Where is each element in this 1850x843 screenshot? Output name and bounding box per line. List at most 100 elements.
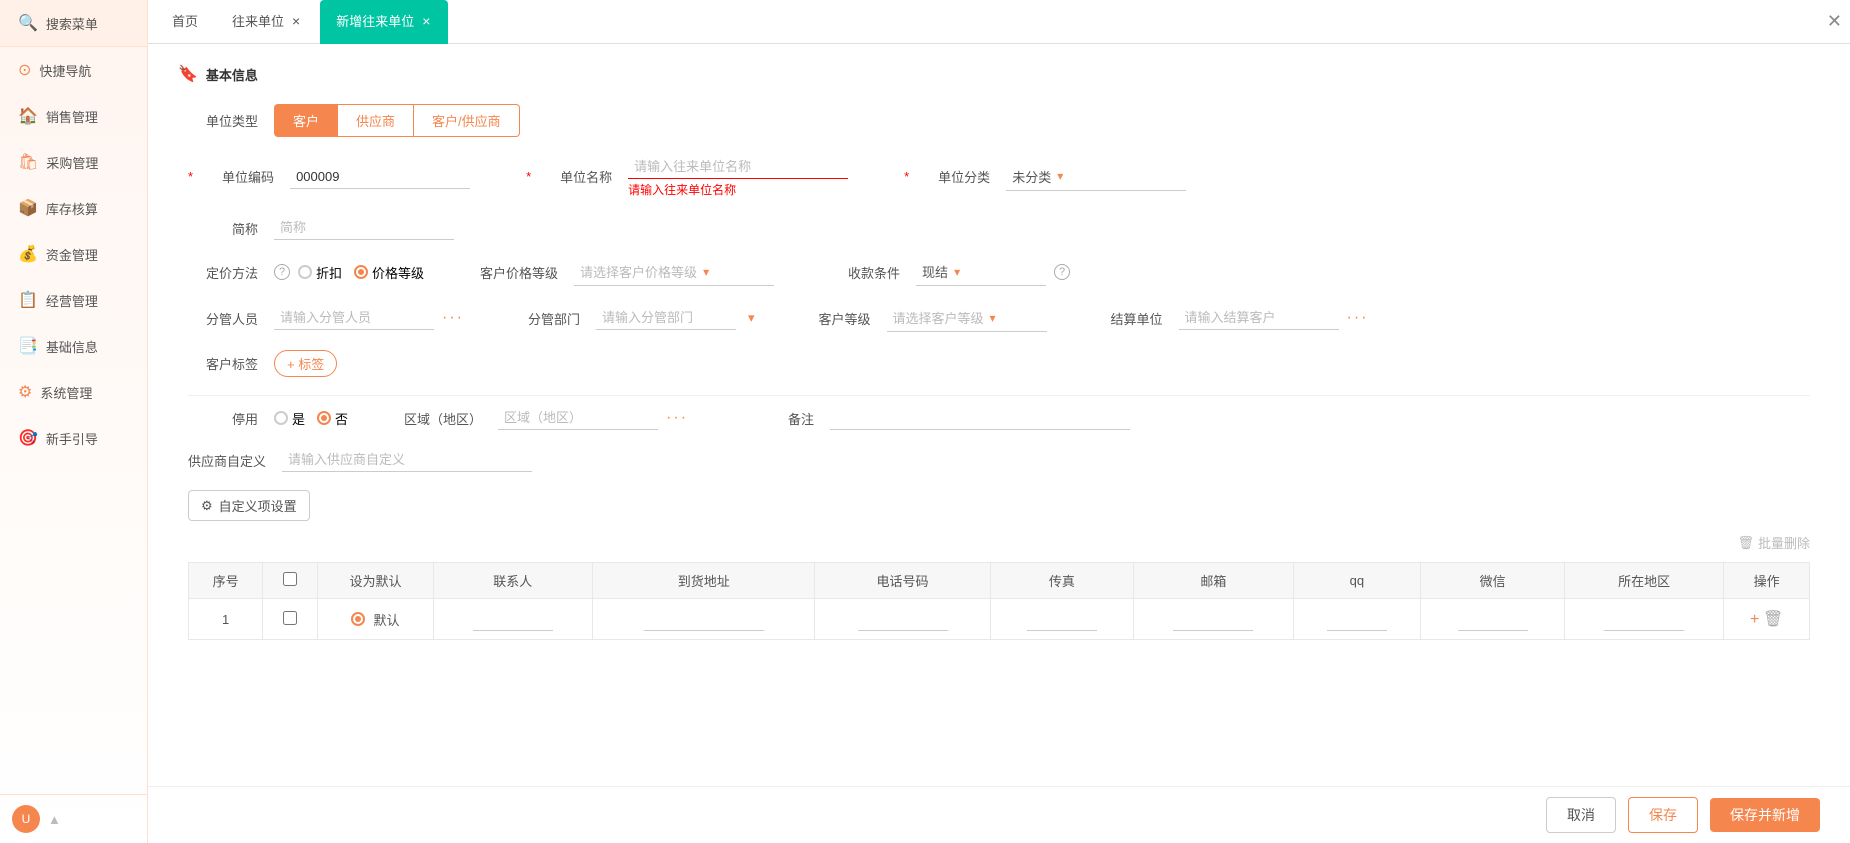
unit-type-both[interactable]: 客户/供应商 <box>414 104 520 137</box>
unit-type-label: 单位类型 <box>188 111 258 130</box>
operations-icon: 📋 <box>18 290 38 310</box>
row-area[interactable] <box>1564 599 1723 640</box>
supplier-custom-input[interactable] <box>282 448 532 472</box>
inventory-icon: 📦 <box>18 198 38 218</box>
tab-new-partner[interactable]: 新增往来单位 × <box>320 0 448 44</box>
row-add-button[interactable]: + <box>1750 611 1759 629</box>
disabled-row: 停用 是 否 区域（地区） ··· 备注 <box>188 406 1810 430</box>
select-all-checkbox[interactable] <box>283 572 297 586</box>
row-default-radio[interactable]: 默认 <box>328 610 422 629</box>
row-phone[interactable] <box>815 599 990 640</box>
unit-type-row: 单位类型 客户 供应商 客户/供应商 <box>188 104 1810 137</box>
row-delete-button[interactable]: 🗑 <box>1763 609 1783 629</box>
pricing-help-icon[interactable]: ? <box>274 264 290 280</box>
sidebar-item-inventory[interactable]: 📦 库存核算 <box>0 185 147 231</box>
unit-type-supplier[interactable]: 供应商 <box>338 104 414 137</box>
sidebar-item-basic[interactable]: 📑 基础信息 <box>0 323 147 369</box>
sidebar-item-operations[interactable]: 📋 经营管理 <box>0 277 147 323</box>
email-input[interactable] <box>1173 607 1253 631</box>
row-default-dot <box>351 612 365 626</box>
row-address[interactable] <box>592 599 814 640</box>
row-contact[interactable] <box>433 599 592 640</box>
basic-icon: 📑 <box>18 336 38 356</box>
row-checkbox[interactable] <box>283 611 297 625</box>
region-input[interactable] <box>498 406 658 430</box>
tab-new-partner-close[interactable]: × <box>420 13 432 29</box>
unit-code-name-row: * 单位编码 * 单位名称 请输入往来单位名称 * 单位分类 未分类 ▾ <box>188 155 1810 198</box>
sidebar-item-sales[interactable]: 🏠 销售管理 <box>0 93 147 139</box>
unit-type-customer[interactable]: 客户 <box>274 104 338 137</box>
settlement-more-button[interactable]: ··· <box>1347 309 1369 327</box>
customer-price-level-select[interactable]: 请选择客户价格等级 ▾ <box>574 258 774 286</box>
alias-label: 简称 <box>188 219 258 238</box>
sidebar-item-quick-nav[interactable]: ⊙ 快捷导航 <box>0 47 147 93</box>
pricing-discount[interactable]: 折扣 <box>298 263 342 282</box>
col-phone: 电话号码 <box>815 563 990 599</box>
row-fax[interactable] <box>990 599 1134 640</box>
tab-partners-close[interactable]: × <box>290 13 302 29</box>
department-input[interactable] <box>596 306 736 330</box>
disabled-radio-group: 是 否 <box>274 409 348 428</box>
purchase-icon: 🛍 <box>18 152 38 172</box>
unit-name-error: 请输入往来单位名称 <box>628 181 848 198</box>
save-new-button[interactable]: 保存并新增 <box>1710 798 1820 832</box>
payment-terms-help-icon[interactable]: ? <box>1054 264 1070 280</box>
alias-input[interactable] <box>274 216 454 240</box>
custom-settings-button[interactable]: ⚙ 自定义项设置 <box>188 490 310 521</box>
save-button[interactable]: 保存 <box>1628 797 1698 833</box>
row-actions: + 🗑 <box>1724 599 1810 640</box>
customer-level-select[interactable]: 请选择客户等级 ▾ <box>887 304 1047 332</box>
unit-code-label: 单位编码 <box>204 167 274 186</box>
sidebar-item-guide[interactable]: 🎯 新手引导 <box>0 415 147 461</box>
system-icon: ⚙ <box>18 382 32 402</box>
settlement-unit-input[interactable] <box>1179 306 1339 330</box>
phone-input[interactable] <box>858 607 948 631</box>
col-email: 邮箱 <box>1134 563 1293 599</box>
tab-partners[interactable]: 往来单位 × <box>216 0 318 44</box>
manager-row: 分管人员 ··· 分管部门 ▾ 客户等级 请选择客户等级 ▾ 结算单位 ··· <box>188 304 1810 332</box>
unit-category-label: 单位分类 <box>920 167 990 186</box>
qq-input[interactable] <box>1327 607 1387 631</box>
address-input[interactable] <box>644 607 764 631</box>
tab-bar: 首页 往来单位 × 新增往来单位 × ✕ <box>148 0 1850 44</box>
customer-tag-label: 客户标签 <box>188 354 258 373</box>
remark-label: 备注 <box>744 409 814 428</box>
row-email[interactable] <box>1134 599 1293 640</box>
manager-input[interactable] <box>274 306 434 330</box>
settlement-unit-label: 结算单位 <box>1093 309 1163 328</box>
fax-input[interactable] <box>1027 607 1097 631</box>
pricing-discount-dot <box>298 265 312 279</box>
row-qq[interactable] <box>1293 599 1421 640</box>
add-tag-button[interactable]: + 标签 <box>274 350 337 377</box>
area-input[interactable] <box>1604 607 1684 631</box>
payment-terms-select[interactable]: 现结 ▾ <box>916 258 1046 286</box>
disabled-no[interactable]: 否 <box>317 409 348 428</box>
cancel-button[interactable]: 取消 <box>1546 797 1616 833</box>
sidebar-bottom-icon: ▲ <box>48 812 61 827</box>
contact-input[interactable] <box>473 607 553 631</box>
tab-home[interactable]: 首页 <box>156 0 214 44</box>
pricing-price-level[interactable]: 价格等级 <box>354 263 424 282</box>
sidebar-item-finance[interactable]: 💰 资金管理 <box>0 231 147 277</box>
region-more-button[interactable]: ··· <box>666 409 688 427</box>
sidebar-item-system[interactable]: ⚙ 系统管理 <box>0 369 147 415</box>
wechat-input[interactable] <box>1458 607 1528 631</box>
unit-code-input[interactable] <box>290 165 470 189</box>
sidebar-item-search[interactable]: 🔍 搜索菜单 <box>0 0 147 47</box>
manager-more-button[interactable]: ··· <box>442 309 464 327</box>
sidebar-item-purchase[interactable]: 🛍 采购管理 <box>0 139 147 185</box>
table-row: 1 默认 <box>189 599 1810 640</box>
main: 首页 往来单位 × 新增往来单位 × ✕ 🔖 基本信息 单位类型 客户 供应商 … <box>148 0 1850 843</box>
remark-input[interactable] <box>830 406 1130 430</box>
unit-name-input[interactable] <box>628 155 848 179</box>
row-wechat[interactable] <box>1421 599 1565 640</box>
unit-category-select[interactable]: 未分类 ▾ <box>1006 163 1186 191</box>
disabled-yes[interactable]: 是 <box>274 409 305 428</box>
batch-delete-section[interactable]: 🗑 批量删除 <box>188 533 1810 552</box>
close-all-tabs-button[interactable]: ✕ <box>1827 11 1842 32</box>
col-address: 到货地址 <box>592 563 814 599</box>
col-wechat: 微信 <box>1421 563 1565 599</box>
row-default: 默认 <box>318 599 433 640</box>
col-fax: 传真 <box>990 563 1134 599</box>
disabled-no-dot <box>317 411 331 425</box>
